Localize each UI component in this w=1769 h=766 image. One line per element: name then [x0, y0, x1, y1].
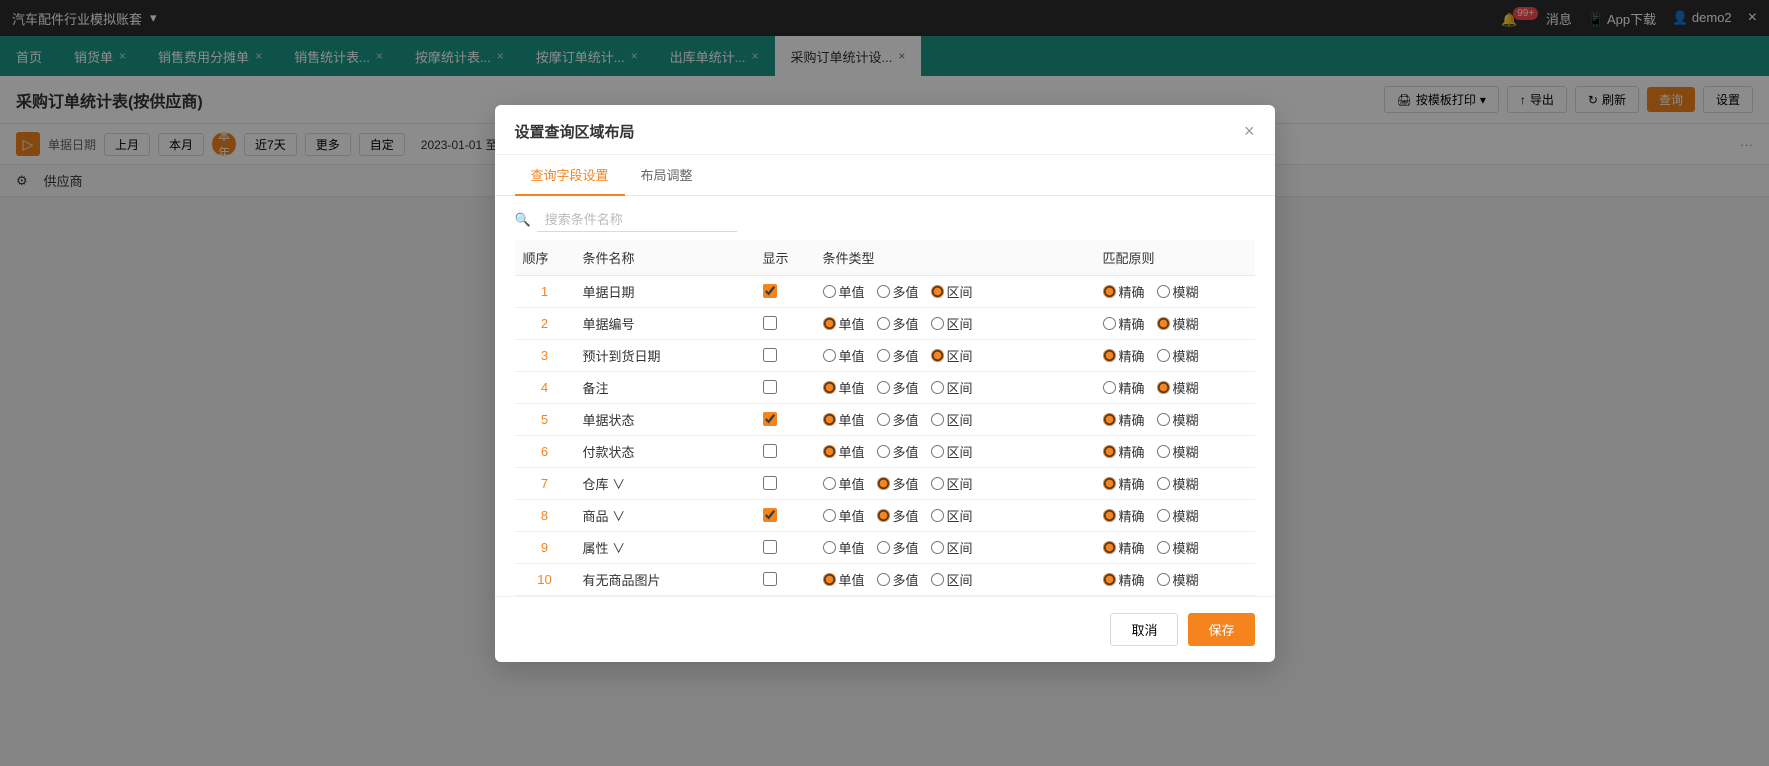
- table-row: 7 仓库 ∨ 单值 多值 区间 精确: [515, 468, 1255, 500]
- row-display[interactable]: [755, 346, 815, 365]
- table-row: 4 备注 单值 多值 区间 精确: [515, 372, 1255, 404]
- table-header: 顺序 条件名称 显示 条件类型 匹配原则: [515, 240, 1255, 276]
- row-condition-type: 单值 多值 区间: [815, 282, 1095, 301]
- search-input[interactable]: [537, 208, 737, 232]
- row-match: 精确 模糊: [1095, 410, 1255, 429]
- col-display: 显示: [755, 248, 815, 267]
- row-display[interactable]: [755, 570, 815, 589]
- row-order: 10: [515, 570, 575, 589]
- row-match: 精确 模糊: [1095, 378, 1255, 397]
- row-name: 仓库 ∨: [575, 474, 755, 493]
- row-condition-type: 单值 多值 区间: [815, 474, 1095, 493]
- dialog-header: 设置查询区域布局 ×: [495, 105, 1275, 155]
- row-condition-type: 单值 多值 区间: [815, 346, 1095, 365]
- row-name: 属性 ∨: [575, 538, 755, 557]
- save-button[interactable]: 保存: [1188, 613, 1254, 646]
- row-condition-type: 单值 多值 区间: [815, 314, 1095, 333]
- row-name: 单据编号: [575, 314, 755, 333]
- row-condition-type: 单值 多值 区间: [815, 442, 1095, 461]
- row-condition-type: 单值 多值 区间: [815, 378, 1095, 397]
- row-match: 精确 模糊: [1095, 282, 1255, 301]
- row-display[interactable]: [755, 506, 815, 525]
- table-row: 8 商品 ∨ 单值 多值 区间 精确: [515, 500, 1255, 532]
- table-row: 9 属性 ∨ 单值 多值 区间 精确: [515, 532, 1255, 564]
- row-order: 5: [515, 410, 575, 429]
- row-order: 6: [515, 442, 575, 461]
- row-match: 精确 模糊: [1095, 346, 1255, 365]
- row-name: 单据日期: [575, 282, 755, 301]
- table-row: 1 单据日期 单值 多值 区间 精确: [515, 276, 1255, 308]
- row-match: 精确 模糊: [1095, 442, 1255, 461]
- row-order: 7: [515, 474, 575, 493]
- table-row: 10 有无商品图片 单值 多值 区间 精确: [515, 564, 1255, 596]
- col-match: 匹配原则: [1095, 248, 1275, 267]
- table-row: 2 单据编号 单值 多值 区间 精确: [515, 308, 1255, 340]
- dialog-footer: 取消 保存: [495, 596, 1275, 662]
- row-condition-type: 单值 多值 区间: [815, 506, 1095, 525]
- settings-dialog: 设置查询区域布局 × 查询字段设置 布局调整 🔍 顺序 条件名称 显示 条件类型: [495, 105, 1275, 662]
- row-order: 9: [515, 538, 575, 557]
- table-row: 6 付款状态 单值 多值 区间 精确: [515, 436, 1255, 468]
- row-condition-type: 单值 多值 区间: [815, 570, 1095, 589]
- dialog-title: 设置查询区域布局: [515, 121, 635, 142]
- col-order: 顺序: [515, 248, 575, 267]
- row-match: 精确 模糊: [1095, 570, 1255, 589]
- dialog-close-button[interactable]: ×: [1244, 121, 1255, 142]
- row-display[interactable]: [755, 538, 815, 557]
- row-name: 预计到货日期: [575, 346, 755, 365]
- row-condition-type: 单值 多值 区间: [815, 410, 1095, 429]
- row-display[interactable]: [755, 474, 815, 493]
- row-name: 单据状态: [575, 410, 755, 429]
- row-match: 精确 模糊: [1095, 538, 1255, 557]
- row-match: 精确 模糊: [1095, 474, 1255, 493]
- dialog-tab-query-fields[interactable]: 查询字段设置: [515, 155, 625, 196]
- dialog-table: 顺序 条件名称 显示 条件类型 匹配原则 1 单据日期 单值: [495, 240, 1275, 596]
- row-display[interactable]: [755, 442, 815, 461]
- row-name: 商品 ∨: [575, 506, 755, 525]
- row-name: 有无商品图片: [575, 570, 755, 589]
- search-icon: 🔍: [515, 212, 531, 228]
- dialog-tab-layout[interactable]: 布局调整: [625, 155, 709, 196]
- col-condition-type: 条件类型: [815, 248, 1095, 267]
- dialog-overlay: 设置查询区域布局 × 查询字段设置 布局调整 🔍 顺序 条件名称 显示 条件类型: [0, 0, 1769, 766]
- row-match: 精确 模糊: [1095, 506, 1255, 525]
- row-name: 备注: [575, 378, 755, 397]
- table-row: 3 预计到货日期 单值 多值 区间 精确: [515, 340, 1255, 372]
- row-match: 精确 模糊: [1095, 314, 1255, 333]
- row-name: 付款状态: [575, 442, 755, 461]
- table-row: 5 单据状态 单值 多值 区间 精确: [515, 404, 1255, 436]
- table-body: 1 单据日期 单值 多值 区间 精确: [515, 276, 1255, 596]
- row-display[interactable]: [755, 282, 815, 301]
- col-name: 条件名称: [575, 248, 755, 267]
- row-display[interactable]: [755, 314, 815, 333]
- dialog-search-area: 🔍: [495, 196, 1275, 240]
- row-display[interactable]: [755, 410, 815, 429]
- row-condition-type: 单值 多值 区间: [815, 538, 1095, 557]
- row-order: 2: [515, 314, 575, 333]
- cancel-button[interactable]: 取消: [1110, 613, 1178, 646]
- row-order: 8: [515, 506, 575, 525]
- row-order: 4: [515, 378, 575, 397]
- row-order: 1: [515, 282, 575, 301]
- dialog-tabs: 查询字段设置 布局调整: [495, 155, 1275, 196]
- row-order: 3: [515, 346, 575, 365]
- row-display[interactable]: [755, 378, 815, 397]
